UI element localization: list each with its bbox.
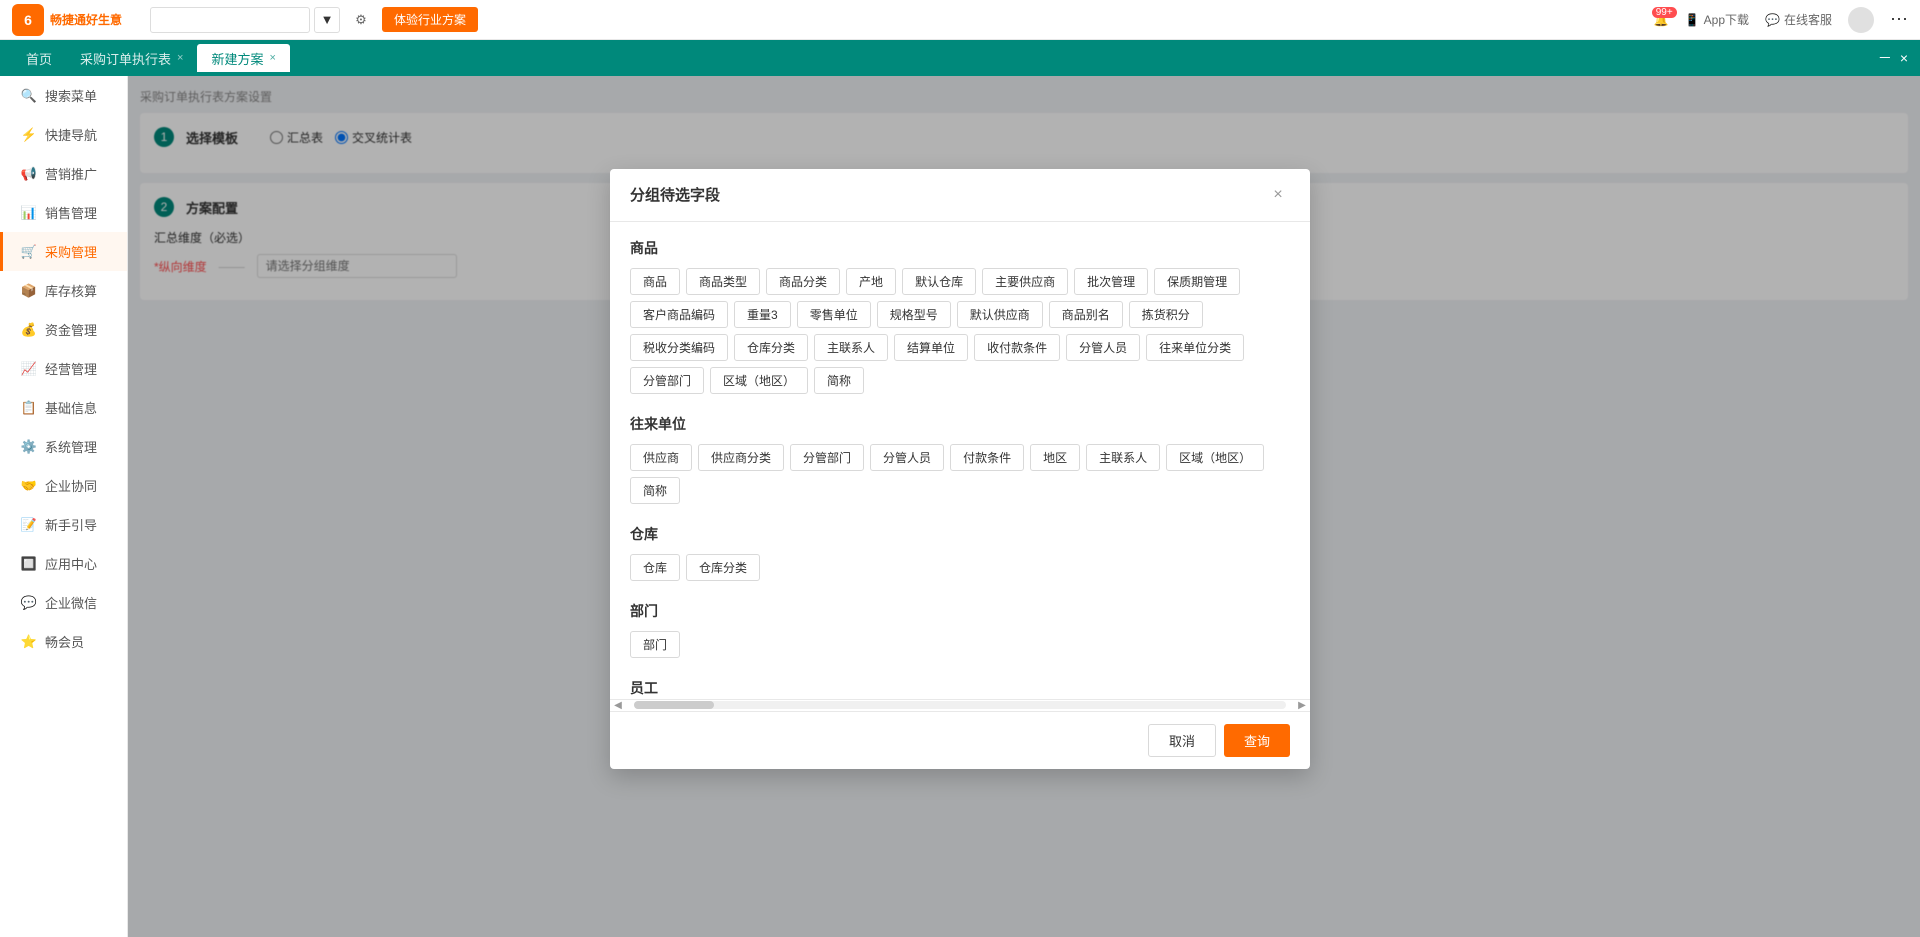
- field-tag[interactable]: 简称: [630, 477, 680, 504]
- field-tag[interactable]: 付款条件: [950, 444, 1024, 471]
- field-tag[interactable]: 供应商分类: [698, 444, 784, 471]
- field-tag[interactable]: 商品类型: [686, 268, 760, 295]
- cancel-button[interactable]: 取消: [1148, 724, 1216, 757]
- section-warehouse: 仓库 仓库 仓库分类: [630, 524, 1290, 581]
- field-tag[interactable]: 往来单位分类: [1146, 334, 1244, 361]
- field-tag[interactable]: 仓库分类: [734, 334, 808, 361]
- section-partner-title: 往来单位: [630, 414, 1290, 434]
- modal-footer: 取消 查询: [610, 711, 1310, 769]
- modal-body[interactable]: 商品 商品 商品类型 商品分类 产地 默认仓库 主要供应商 批次管理 保质期管理…: [610, 222, 1310, 699]
- section-department-title: 部门: [630, 601, 1290, 621]
- section-employee: 员工 业务员: [630, 678, 1290, 699]
- field-tag[interactable]: 默认供应商: [957, 301, 1043, 328]
- field-tag[interactable]: 结算单位: [894, 334, 968, 361]
- field-tag[interactable]: 区域（地区）: [710, 367, 808, 394]
- field-tag[interactable]: 批次管理: [1074, 268, 1148, 295]
- field-tag[interactable]: 保质期管理: [1154, 268, 1240, 295]
- field-tag[interactable]: 地区: [1030, 444, 1080, 471]
- modal-title: 分组待选字段: [630, 184, 720, 205]
- field-tag[interactable]: 主联系人: [814, 334, 888, 361]
- modal-header: 分组待选字段 ×: [610, 169, 1310, 222]
- field-tag[interactable]: 仓库分类: [686, 554, 760, 581]
- field-tag[interactable]: 简称: [814, 367, 864, 394]
- field-tag[interactable]: 重量3: [734, 301, 791, 328]
- field-tag[interactable]: 分管部门: [790, 444, 864, 471]
- field-tag[interactable]: 税收分类编码: [630, 334, 728, 361]
- section-goods-title: 商品: [630, 238, 1290, 258]
- section-partner: 往来单位 供应商 供应商分类 分管部门 分管人员 付款条件 地区 主联系人 区域…: [630, 414, 1290, 504]
- modal-close-btn[interactable]: ×: [1266, 183, 1290, 207]
- section-employee-title: 员工: [630, 678, 1290, 698]
- field-tag[interactable]: 拣货积分: [1129, 301, 1203, 328]
- field-tag[interactable]: 部门: [630, 631, 680, 658]
- modal-hscrollbar[interactable]: ◀ ▶: [610, 699, 1310, 711]
- partner-fields: 供应商 供应商分类 分管部门 分管人员 付款条件 地区 主联系人 区域（地区） …: [630, 444, 1290, 504]
- section-goods: 商品 商品 商品类型 商品分类 产地 默认仓库 主要供应商 批次管理 保质期管理…: [630, 238, 1290, 394]
- field-tag[interactable]: 分管人员: [870, 444, 944, 471]
- department-fields: 部门: [630, 631, 1290, 658]
- field-tag[interactable]: 零售单位: [797, 301, 871, 328]
- field-tag[interactable]: 商品分类: [766, 268, 840, 295]
- field-tag[interactable]: 产地: [846, 268, 896, 295]
- field-select-modal: 分组待选字段 × 商品 商品 商品类型 商品分类 产地 默认仓库 主要供应商 批…: [610, 169, 1310, 769]
- hscroll-track: [634, 701, 1286, 709]
- field-tag[interactable]: 主要供应商: [982, 268, 1068, 295]
- hscroll-thumb[interactable]: [634, 701, 714, 709]
- section-department: 部门 部门: [630, 601, 1290, 658]
- field-tag[interactable]: 仓库: [630, 554, 680, 581]
- field-tag[interactable]: 主联系人: [1086, 444, 1160, 471]
- field-tag[interactable]: 默认仓库: [902, 268, 976, 295]
- confirm-button[interactable]: 查询: [1224, 724, 1290, 757]
- field-tag[interactable]: 区域（地区）: [1166, 444, 1264, 471]
- field-tag[interactable]: 规格型号: [877, 301, 951, 328]
- section-warehouse-title: 仓库: [630, 524, 1290, 544]
- field-tag[interactable]: 分管部门: [630, 367, 704, 394]
- field-tag[interactable]: 客户商品编码: [630, 301, 728, 328]
- modal-backdrop: 分组待选字段 × 商品 商品 商品类型 商品分类 产地 默认仓库 主要供应商 批…: [0, 0, 1920, 937]
- field-tag[interactable]: 收付款条件: [974, 334, 1060, 361]
- field-tag[interactable]: 供应商: [630, 444, 692, 471]
- field-tag[interactable]: 分管人员: [1066, 334, 1140, 361]
- warehouse-fields: 仓库 仓库分类: [630, 554, 1290, 581]
- field-tag[interactable]: 商品: [630, 268, 680, 295]
- goods-fields: 商品 商品类型 商品分类 产地 默认仓库 主要供应商 批次管理 保质期管理 客户…: [630, 268, 1290, 394]
- field-tag[interactable]: 商品别名: [1049, 301, 1123, 328]
